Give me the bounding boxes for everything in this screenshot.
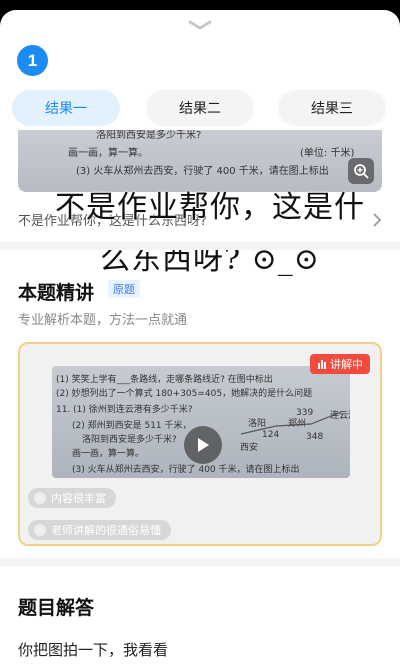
original-question-tag: 原题 [108,280,140,298]
thumb-line: (1) 笑笑上学有___条路线，走哪条路线近? 在图中标出 [56,375,273,385]
comment-chip-text: 内容很丰富 [51,492,106,505]
result-tabs: 结果一 结果二 结果三 [12,90,388,126]
bottom-sheet: 1 结果一 结果二 结果三 洛阳到西安是多少千米? 画一画，算一算。 (3) 火… [0,10,400,671]
photo-line: 画一画，算一算。 [68,148,148,159]
overlay-caption: 不是作业帮你，这是什么东西呀? ⊙_⊙ [55,190,365,277]
comment-chip-text: 老师讲解的很通俗易懂 [51,524,161,537]
answer-section-title: 题目解答 [18,597,95,619]
zoom-button[interactable] [348,158,374,184]
photo-line: 洛阳到西安是多少千米? [96,130,202,141]
collapse-handle-icon[interactable] [188,20,212,30]
explain-subtitle: 专业解析本题，方法一点就通 [18,313,188,328]
map-label: 西安 [240,443,259,453]
answer-text: 你把图拍一下，我看看 [18,641,169,659]
explain-section-title: 本题精讲 [18,282,95,304]
thumb-line: 画一画，算一算。 [72,449,145,459]
tab-result-3[interactable]: 结果三 [278,90,386,126]
comment-chip: 内容很丰富 [28,488,116,508]
thumb-line: (2) 妙想列出了一个算式 180+305=405，她解决的是什么问题 [56,389,313,399]
divider [0,558,400,566]
tab-result-2[interactable]: 结果二 [146,90,254,126]
map-label: 339 [296,408,314,418]
explaining-badge: 讲解中 [310,354,370,374]
divider [0,242,400,250]
map-label: 洛阳 [248,419,267,429]
tab-result-1[interactable]: 结果一 [12,90,120,126]
photo-unit-note: (单位: 千米) [300,148,355,159]
thumb-line: (2) 郑州到西安是 511 千米， [72,421,192,431]
thumb-line: 洛阳到西安是多少千米? [82,435,177,445]
explaining-badge-label: 讲解中 [330,358,363,371]
avatar [34,524,46,536]
thumb-line: (3) 火车从郑州去西安，行驶了 400 千米，请在图上标出 [72,465,300,475]
zoom-in-icon [354,164,369,179]
thumb-line: 11. (1) 徐州到连云港有多少千米? [56,405,193,415]
play-button[interactable] [184,426,222,464]
avatar [34,492,46,504]
audio-bars-icon [318,360,326,369]
map-label: 348 [306,432,324,442]
map-label: 124 [262,430,280,440]
explain-video-card[interactable]: (1) 笑笑上学有___条路线，走哪条路线近? 在图中标出 (2) 妙想列出了一… [18,342,382,546]
comment-chip: 老师讲解的很通俗易懂 [28,520,171,540]
photo-line: (3) 火车从郑州去西安，行驶了 400 千米，请在图上标出 [76,166,329,177]
map-label: 连云港 [330,411,350,421]
result-index-badge: 1 [17,45,48,76]
play-icon [198,438,209,452]
